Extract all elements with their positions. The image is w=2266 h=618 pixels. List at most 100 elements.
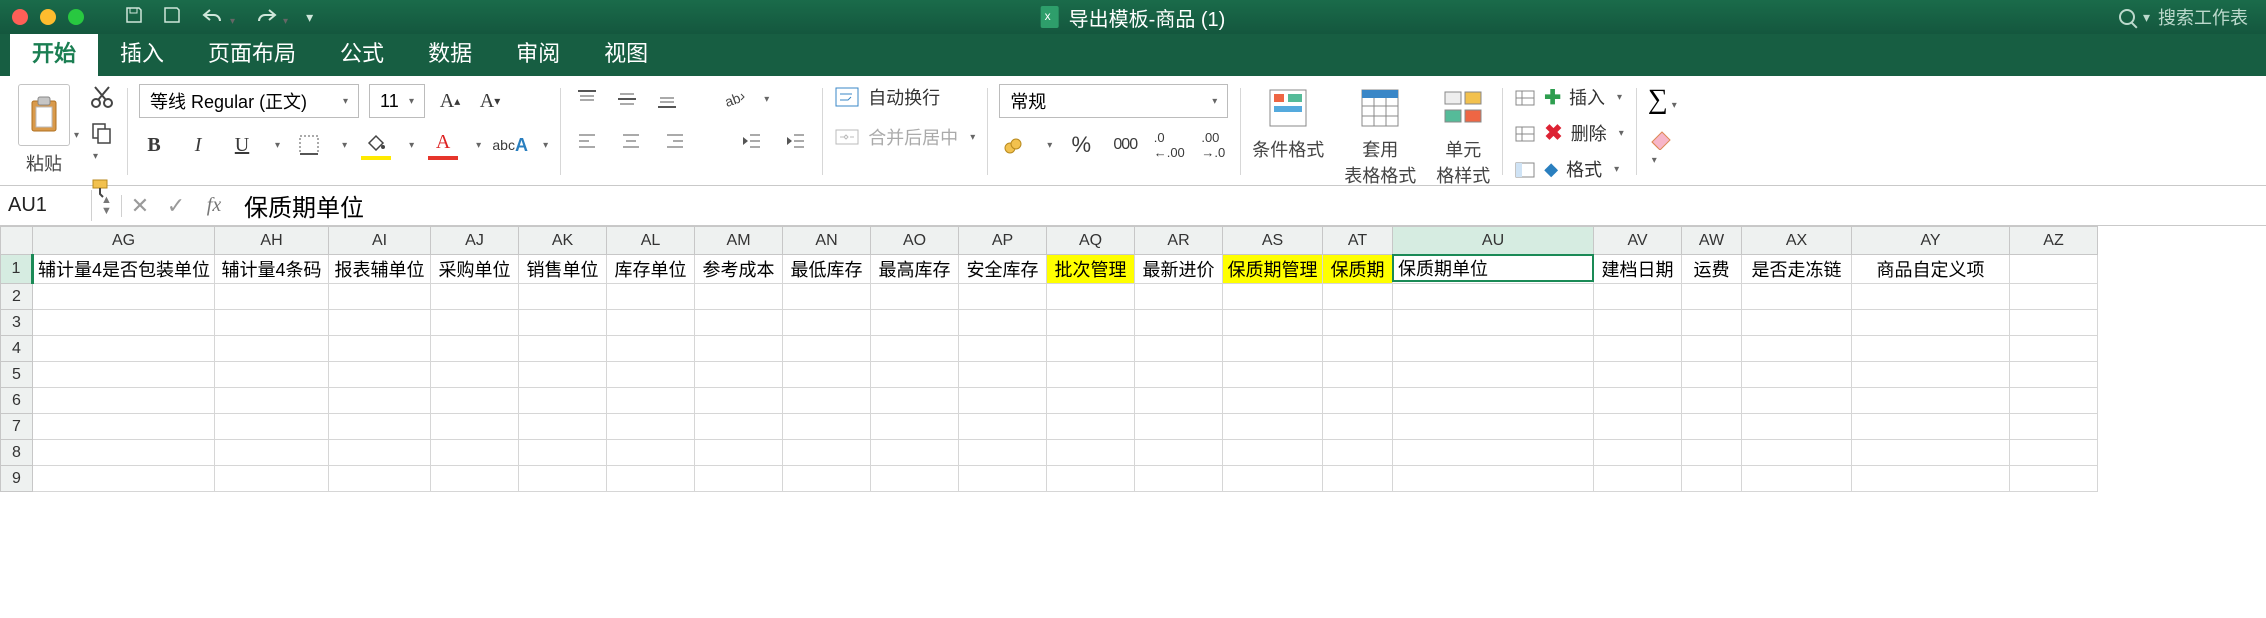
row-header-3[interactable]: 3 bbox=[1, 310, 33, 336]
cell-AZ7[interactable] bbox=[2010, 414, 2098, 440]
cell-AT1[interactable]: 保质期 bbox=[1323, 255, 1393, 284]
cell-AW7[interactable] bbox=[1682, 414, 1742, 440]
cell-AK9[interactable] bbox=[519, 466, 607, 492]
row-header-5[interactable]: 5 bbox=[1, 362, 33, 388]
borders-dropdown[interactable]: ▾ bbox=[342, 140, 347, 151]
cut-icon[interactable] bbox=[89, 84, 115, 110]
row-header-6[interactable]: 6 bbox=[1, 388, 33, 414]
cell-AG4[interactable] bbox=[33, 336, 215, 362]
cell-AP7[interactable] bbox=[959, 414, 1047, 440]
cell-AY2[interactable] bbox=[1852, 284, 2010, 310]
column-header-AR[interactable]: AR bbox=[1135, 227, 1223, 255]
cell-AT6[interactable] bbox=[1323, 388, 1393, 414]
cell-AU3[interactable] bbox=[1393, 310, 1594, 336]
cell-AX4[interactable] bbox=[1742, 336, 1852, 362]
undo-icon[interactable]: ▾ bbox=[200, 6, 235, 29]
cell-AV2[interactable] bbox=[1594, 284, 1682, 310]
cell-AQ5[interactable] bbox=[1047, 362, 1135, 388]
wrap-text-button[interactable]: 自动换行 bbox=[834, 84, 975, 110]
cell-AI8[interactable] bbox=[329, 440, 431, 466]
cell-AV1[interactable]: 建档日期 bbox=[1594, 255, 1682, 284]
cell-AP6[interactable] bbox=[959, 388, 1047, 414]
cell-AJ2[interactable] bbox=[431, 284, 519, 310]
cell-AI1[interactable]: 报表辅单位 bbox=[329, 255, 431, 284]
cell-AW3[interactable] bbox=[1682, 310, 1742, 336]
cell-AW6[interactable] bbox=[1682, 388, 1742, 414]
increase-font-icon[interactable]: A▴ bbox=[435, 86, 465, 116]
qat-customize-icon[interactable]: ▾ bbox=[306, 9, 313, 26]
cell-AO9[interactable] bbox=[871, 466, 959, 492]
column-header-AJ[interactable]: AJ bbox=[431, 227, 519, 255]
cell-AQ4[interactable] bbox=[1047, 336, 1135, 362]
cell-AT7[interactable] bbox=[1323, 414, 1393, 440]
cell-AL3[interactable] bbox=[607, 310, 695, 336]
cell-AN9[interactable] bbox=[783, 466, 871, 492]
accounting-dropdown[interactable]: ▾ bbox=[1047, 140, 1052, 151]
cell-AH9[interactable] bbox=[215, 466, 329, 492]
cell-AI5[interactable] bbox=[329, 362, 431, 388]
clear-icon[interactable]: ▾ bbox=[1648, 128, 1677, 168]
conditional-formatting-icon[interactable] bbox=[1264, 84, 1312, 132]
cell-AN1[interactable]: 最低库存 bbox=[783, 255, 871, 284]
cell-AL1[interactable]: 库存单位 bbox=[607, 255, 695, 284]
cell-AX1[interactable]: 是否走冻链 bbox=[1742, 255, 1852, 284]
cell-AS7[interactable] bbox=[1223, 414, 1323, 440]
cell-AY5[interactable] bbox=[1852, 362, 2010, 388]
cell-AT2[interactable] bbox=[1323, 284, 1393, 310]
cell-AZ1[interactable] bbox=[2010, 255, 2098, 284]
column-header-AW[interactable]: AW bbox=[1682, 227, 1742, 255]
copy-icon[interactable]: ▾ bbox=[89, 120, 115, 164]
cell-AW2[interactable] bbox=[1682, 284, 1742, 310]
tab-视图[interactable]: 视图 bbox=[582, 28, 670, 76]
cell-AP8[interactable] bbox=[959, 440, 1047, 466]
column-header-AN[interactable]: AN bbox=[783, 227, 871, 255]
cell-AR5[interactable] bbox=[1135, 362, 1223, 388]
cell-AJ3[interactable] bbox=[431, 310, 519, 336]
row-header-2[interactable]: 2 bbox=[1, 284, 33, 310]
cell-AG5[interactable] bbox=[33, 362, 215, 388]
column-header-AH[interactable]: AH bbox=[215, 227, 329, 255]
cell-AO5[interactable] bbox=[871, 362, 959, 388]
cell-AP9[interactable] bbox=[959, 466, 1047, 492]
row-header-7[interactable]: 7 bbox=[1, 414, 33, 440]
cell-AO7[interactable] bbox=[871, 414, 959, 440]
cell-AQ6[interactable] bbox=[1047, 388, 1135, 414]
column-header-AM[interactable]: AM bbox=[695, 227, 783, 255]
tab-审阅[interactable]: 审阅 bbox=[494, 28, 582, 76]
cell-AH4[interactable] bbox=[215, 336, 329, 362]
increase-decimal-button[interactable]: .0←.00 bbox=[1154, 130, 1184, 160]
tab-开始[interactable]: 开始 bbox=[10, 28, 98, 76]
cell-AX6[interactable] bbox=[1742, 388, 1852, 414]
name-box[interactable]: AU1 bbox=[0, 190, 92, 221]
column-header-AX[interactable]: AX bbox=[1742, 227, 1852, 255]
cell-AN3[interactable] bbox=[783, 310, 871, 336]
cell-AM6[interactable] bbox=[695, 388, 783, 414]
bold-button[interactable]: B bbox=[139, 130, 169, 160]
insert-cells-button[interactable]: ✚插入▾ bbox=[1514, 84, 1623, 110]
cell-AG1[interactable]: 辅计量4是否包装单位 bbox=[33, 255, 215, 284]
column-header-AP[interactable]: AP bbox=[959, 227, 1047, 255]
cell-AJ1[interactable]: 采购单位 bbox=[431, 255, 519, 284]
cell-AH6[interactable] bbox=[215, 388, 329, 414]
column-header-AT[interactable]: AT bbox=[1323, 227, 1393, 255]
cell-AI9[interactable] bbox=[329, 466, 431, 492]
decrease-indent-icon[interactable] bbox=[736, 126, 766, 156]
cell-AZ4[interactable] bbox=[2010, 336, 2098, 362]
cell-AQ8[interactable] bbox=[1047, 440, 1135, 466]
cell-AM4[interactable] bbox=[695, 336, 783, 362]
cell-AN8[interactable] bbox=[783, 440, 871, 466]
cell-AY6[interactable] bbox=[1852, 388, 2010, 414]
cell-AW5[interactable] bbox=[1682, 362, 1742, 388]
phonetic-guide-button[interactable]: abcA bbox=[495, 130, 525, 160]
zoom-window-button[interactable] bbox=[68, 9, 84, 25]
row-header-9[interactable]: 9 bbox=[1, 466, 33, 492]
font-color-button[interactable]: A bbox=[428, 130, 458, 160]
cell-AH7[interactable] bbox=[215, 414, 329, 440]
cell-AL2[interactable] bbox=[607, 284, 695, 310]
tab-页面布局[interactable]: 页面布局 bbox=[186, 28, 318, 76]
cell-AJ4[interactable] bbox=[431, 336, 519, 362]
cell-styles-icon[interactable] bbox=[1439, 84, 1487, 132]
cell-AX5[interactable] bbox=[1742, 362, 1852, 388]
cell-AV8[interactable] bbox=[1594, 440, 1682, 466]
borders-button[interactable] bbox=[294, 130, 324, 160]
